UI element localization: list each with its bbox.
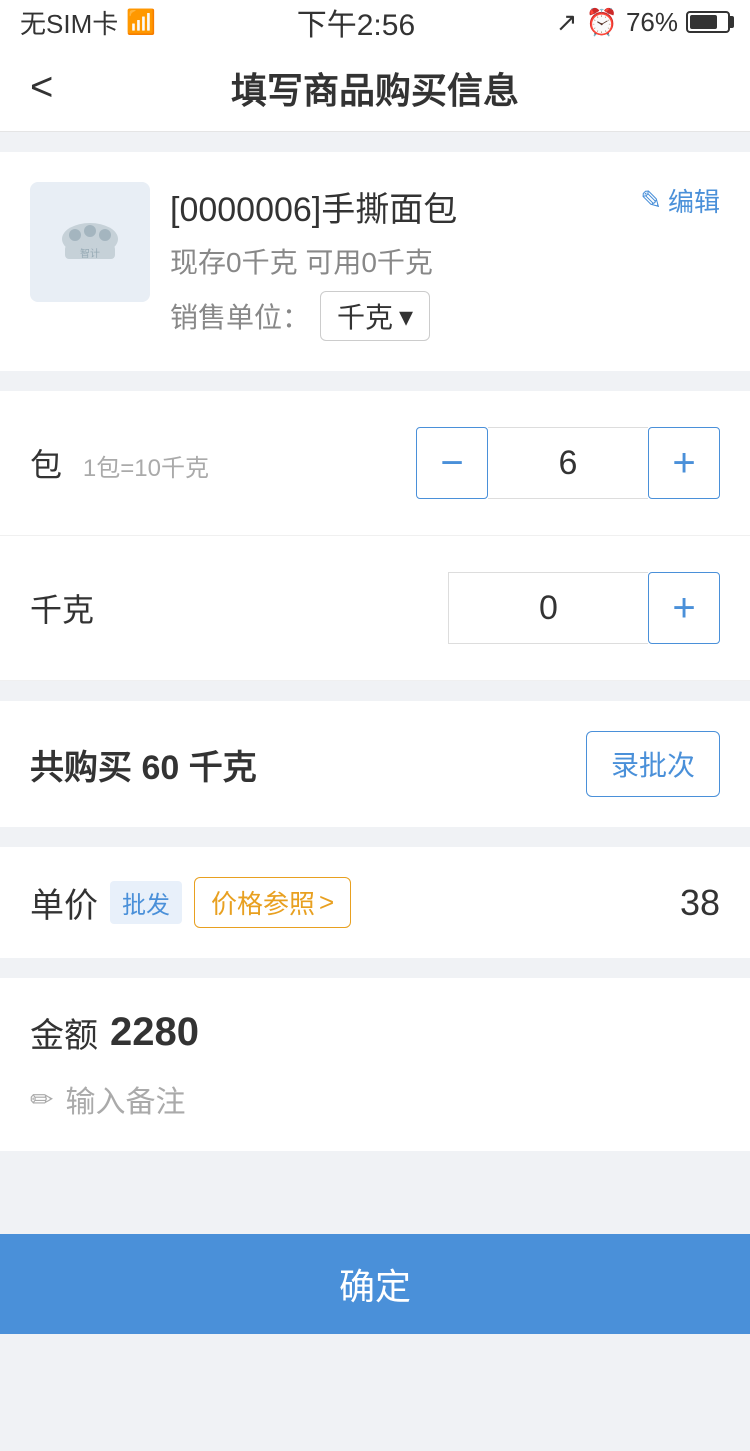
time-display: 下午2:56 <box>297 0 415 44</box>
product-name: [0000006]手撕面包 <box>170 182 720 231</box>
kilogram-input[interactable] <box>448 572 648 644</box>
summary-row: 共购买 60 千克 录批次 <box>0 701 750 827</box>
remark-placeholder[interactable]: 输入备注 <box>65 1077 185 1121</box>
package-label-wrap: 包 1包=10千克 <box>30 440 209 486</box>
unit-select[interactable]: 千克 ▾ <box>320 291 430 341</box>
remark-row[interactable]: ✏ 输入备注 <box>30 1077 720 1121</box>
kilogram-plus-button[interactable]: + <box>648 572 720 644</box>
nav-bar: < 填写商品购买信息 <box>0 44 750 132</box>
price-left: 单价 批发 价格参照 > <box>30 877 351 928</box>
quantity-section: 包 1包=10千克 − + 千克 + <box>0 391 750 681</box>
package-input[interactable] <box>488 427 648 499</box>
battery-icon <box>686 11 730 33</box>
confirm-button[interactable]: 确定 <box>0 1234 750 1334</box>
status-bar: 无SIM卡 📶 下午2:56 ↗ ⏰ 76% <box>0 0 750 44</box>
unit-arrow-icon: ▾ <box>399 300 413 333</box>
product-unit-row: 销售单位： 千克 ▾ <box>170 291 720 341</box>
kilogram-label: 千克 <box>30 585 94 631</box>
edit-button[interactable]: ✎ 编辑 <box>640 182 720 219</box>
carrier-text: 无SIM卡 <box>20 4 118 41</box>
svg-text:智计: 智计 <box>80 247 100 260</box>
package-hint: 1包=10千克 <box>83 455 209 482</box>
kilogram-row: 千克 + <box>0 536 750 681</box>
price-label: 单价 <box>30 878 98 927</box>
price-ref-arrow-icon: > <box>319 887 334 918</box>
product-thumbnail: 智计 <box>30 182 150 302</box>
kilogram-controls: + <box>448 572 720 644</box>
summary-unit: 千克 <box>189 749 257 787</box>
amount-value: 2280 <box>110 1010 199 1055</box>
package-row: 包 1包=10千克 − + <box>0 391 750 536</box>
summary-amount: 60 <box>141 749 179 787</box>
alarm-icon: ⏰ <box>586 7 618 38</box>
confirm-button-label: 确定 <box>339 1258 411 1310</box>
summary-text: 共购买 60 千克 <box>30 740 257 789</box>
price-ref-label: 价格参照 <box>211 884 315 921</box>
status-left: 无SIM卡 📶 <box>20 4 156 41</box>
package-plus-button[interactable]: + <box>648 427 720 499</box>
package-minus-button[interactable]: − <box>416 427 488 499</box>
product-stock: 现存0千克 可用0千克 <box>170 241 720 281</box>
price-row: 单价 批发 价格参照 > 38 <box>30 877 720 928</box>
battery-text: 76% <box>626 7 678 38</box>
wifi-icon: 📶 <box>126 8 156 37</box>
edit-icon: ✎ <box>640 185 662 216</box>
pencil-icon: ✏ <box>30 1083 53 1116</box>
status-right: ↗ ⏰ 76% <box>556 7 730 38</box>
price-ref-button[interactable]: 价格参照 > <box>194 877 351 928</box>
edit-label: 编辑 <box>668 182 720 219</box>
product-info: [0000006]手撕面包 现存0千克 可用0千克 销售单位： 千克 ▾ <box>170 182 720 341</box>
summary-prefix: 共购买 <box>30 749 132 787</box>
product-card: 智计 [0000006]手撕面包 现存0千克 可用0千克 销售单位： 千克 ▾ … <box>0 152 750 371</box>
package-controls: − + <box>416 427 720 499</box>
package-label: 包 <box>30 447 62 483</box>
price-tag-badge: 批发 <box>110 881 182 924</box>
unit-label: 销售单位： <box>170 296 310 336</box>
amount-label: 金额 <box>30 1008 98 1057</box>
price-section: 单价 批发 价格参照 > 38 <box>0 847 750 958</box>
page-title: 填写商品购买信息 <box>231 62 519 114</box>
batch-button[interactable]: 录批次 <box>586 731 720 797</box>
price-value: 38 <box>680 882 720 924</box>
amount-row: 金额 2280 <box>30 1008 720 1057</box>
location-icon: ↗ <box>556 7 578 38</box>
back-button[interactable]: < <box>30 65 53 110</box>
unit-value: 千克 <box>337 296 393 336</box>
amount-section: 金额 2280 ✏ 输入备注 <box>0 978 750 1151</box>
